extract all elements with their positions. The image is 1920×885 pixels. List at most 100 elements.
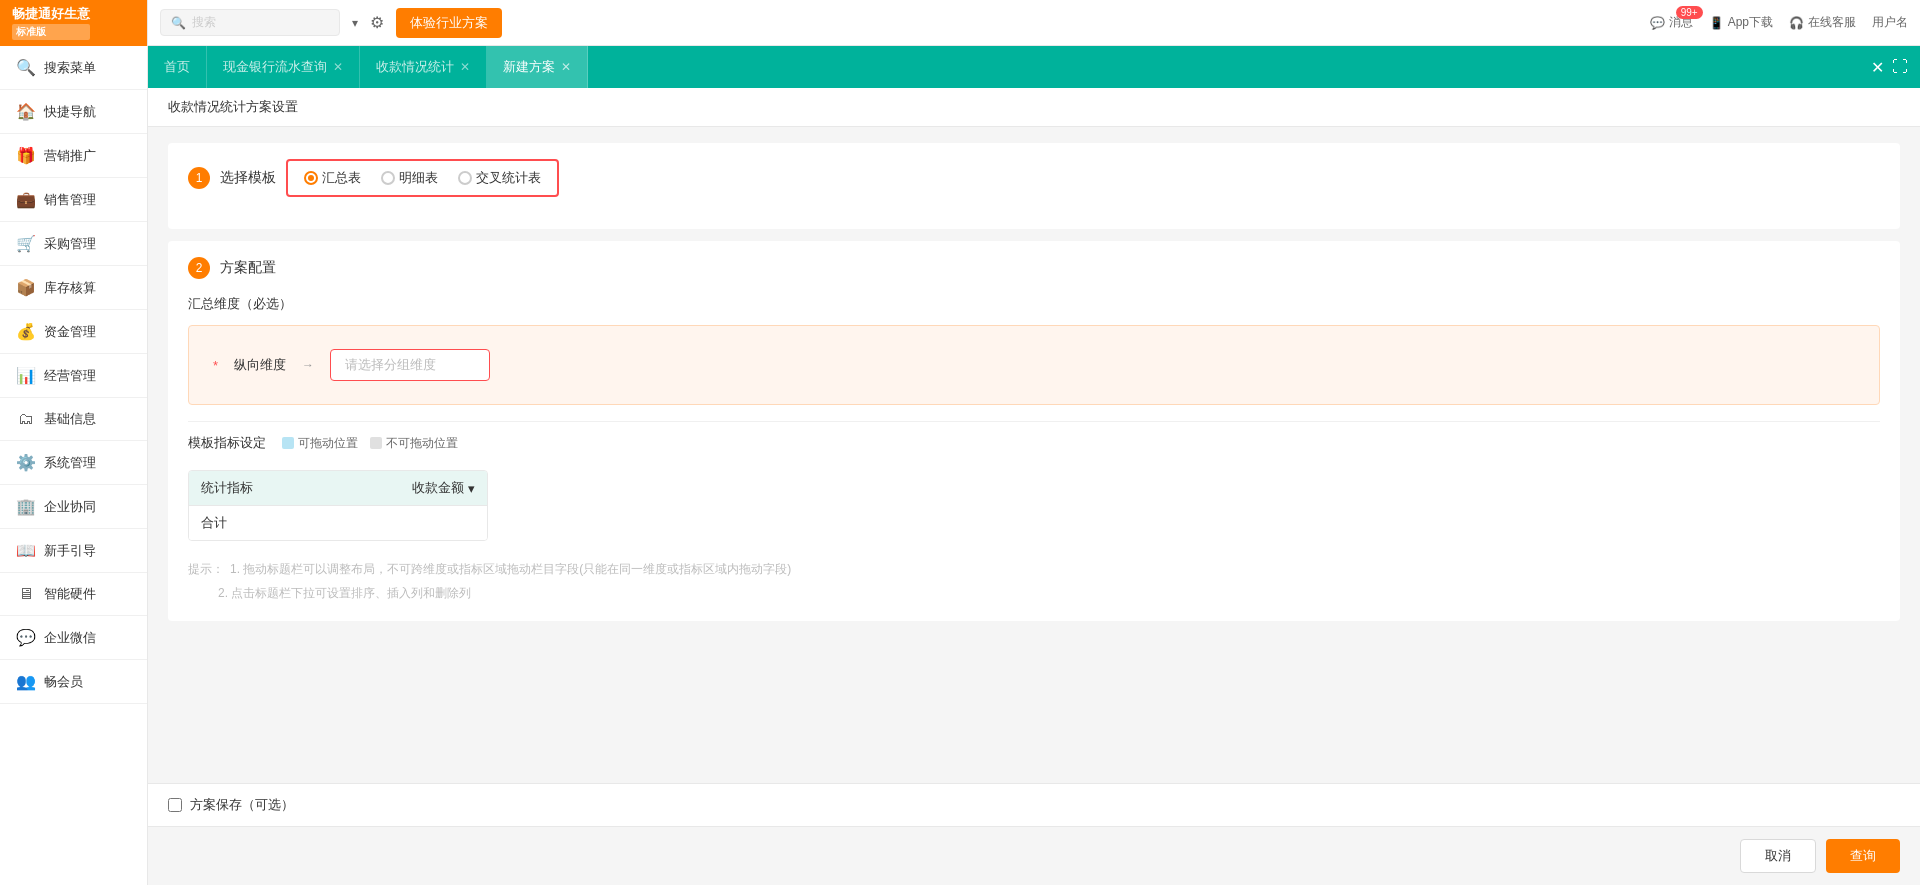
- box-icon: 📦: [16, 278, 36, 297]
- dimension-row-label: 纵向维度: [234, 356, 286, 374]
- draggable-dot-icon: [282, 437, 294, 449]
- step2-header: 2 方案配置: [188, 257, 1880, 279]
- dimension-select[interactable]: 请选择分组维度: [330, 349, 490, 381]
- sidebar-item-label: 系统管理: [44, 454, 96, 472]
- app-download-button[interactable]: 📱 App下载: [1709, 14, 1773, 31]
- tab-receipts-stat[interactable]: 收款情况统计 ✕: [360, 46, 487, 88]
- search-box[interactable]: 🔍 搜索: [160, 9, 340, 36]
- sidebar-item-member[interactable]: 👥 畅会员: [0, 660, 147, 704]
- sidebar-item-label: 销售管理: [44, 191, 96, 209]
- tab-receipts-stat-label: 收款情况统计: [376, 58, 454, 76]
- sidebar-item-label: 畅会员: [44, 673, 83, 691]
- step1-badge: 1: [188, 167, 210, 189]
- step1-section: 1 选择模板 汇总表 明细表: [168, 143, 1900, 229]
- chat-icon: 💬: [16, 628, 36, 647]
- chart-icon: 📊: [16, 366, 36, 385]
- sidebar-item-marketing[interactable]: 🎁 营销推广: [0, 134, 147, 178]
- message-badge: 99+: [1676, 6, 1703, 19]
- monitor-icon: 🖥: [16, 585, 36, 603]
- sidebar-item-quick-nav[interactable]: 🏠 快捷导航: [0, 90, 147, 134]
- topbar-dropdown[interactable]: ▾: [352, 16, 358, 30]
- service-label: 在线客服: [1808, 14, 1856, 31]
- radio-detail-label: 明细表: [399, 169, 438, 187]
- metrics-legend: 可拖动位置 不可拖动位置: [282, 435, 458, 452]
- gift-icon: 🎁: [16, 146, 36, 165]
- topbar: 🔍 搜索 ▾ ⚙ 体验行业方案 💬 消息 99+ 📱 App下载 🎧 在线客服 …: [148, 0, 1920, 46]
- sidebar-item-system[interactable]: ⚙️ 系统管理: [0, 441, 147, 485]
- footer-actions: 取消 查询: [148, 826, 1920, 885]
- sidebar-item-sales[interactable]: 💼 销售管理: [0, 178, 147, 222]
- sidebar-item-wechat[interactable]: 💬 企业微信: [0, 616, 147, 660]
- message-button[interactable]: 💬 消息 99+: [1650, 14, 1693, 31]
- briefcase-icon: 💼: [16, 190, 36, 209]
- sidebar-item-purchase[interactable]: 🛒 采购管理: [0, 222, 147, 266]
- tab-home[interactable]: 首页: [148, 46, 207, 88]
- search-menu-icon: 🔍: [16, 58, 36, 77]
- sidebar-item-basic-info[interactable]: 🗂 基础信息: [0, 398, 147, 441]
- save-label: 方案保存（可选）: [190, 796, 294, 814]
- metrics-grid-header: 统计指标 收款金额 ▾: [189, 471, 487, 506]
- building-icon: 🏢: [16, 497, 36, 516]
- legend-draggable: 可拖动位置: [282, 435, 358, 452]
- save-checkbox[interactable]: [168, 798, 182, 812]
- dimension-subsection-title: 汇总维度（必选）: [188, 295, 1880, 313]
- radio-summary-btn: [304, 171, 318, 185]
- sidebar-item-search-menu[interactable]: 🔍 搜索菜单: [0, 46, 147, 90]
- cta-button[interactable]: 体验行业方案: [396, 8, 502, 38]
- fixed-dot-icon: [370, 437, 382, 449]
- metrics-grid: 统计指标 收款金额 ▾ 合计: [188, 470, 488, 541]
- tab-home-label: 首页: [164, 58, 190, 76]
- tab-expand-icon[interactable]: ⛶: [1892, 58, 1908, 76]
- sidebar-item-hardware[interactable]: 🖥 智能硬件: [0, 573, 147, 616]
- legend-fixed: 不可拖动位置: [370, 435, 458, 452]
- tips-text-1: 1. 拖动标题栏可以调整布局，不可跨维度或指标区域拖动栏目字段(只能在同一维度或…: [230, 557, 791, 581]
- book-icon: 📖: [16, 541, 36, 560]
- content-area: 收款情况统计方案设置 1 选择模板 汇总表: [148, 88, 1920, 885]
- sidebar-item-label: 快捷导航: [44, 103, 96, 121]
- metrics-grid-row-total: 合计: [189, 506, 487, 540]
- online-service-button[interactable]: 🎧 在线客服: [1789, 14, 1856, 31]
- breadcrumb: 收款情况统计方案设置: [168, 99, 298, 114]
- sidebar-item-label: 企业协同: [44, 498, 96, 516]
- sidebar: 畅捷通好生意 标准版 🔍 搜索菜单 🏠 快捷导航 🎁 营销推广 💼 销售管理 🛒…: [0, 0, 148, 885]
- metrics-header-dropdown[interactable]: 收款金额 ▾: [412, 479, 475, 497]
- tips-text-2: 2. 点击标题栏下拉可设置排序、插入列和删除列: [218, 581, 471, 605]
- sidebar-item-guide[interactable]: 📖 新手引导: [0, 529, 147, 573]
- sidebar-item-label: 智能硬件: [44, 585, 96, 603]
- sidebar-item-label: 搜索菜单: [44, 59, 96, 77]
- divider: [188, 421, 1880, 422]
- user-profile[interactable]: 用户名: [1872, 14, 1908, 31]
- tab-new-plan[interactable]: 新建方案 ✕: [487, 46, 588, 88]
- step1-title: 选择模板: [220, 169, 276, 187]
- radio-cross[interactable]: 交叉统计表: [458, 169, 541, 187]
- save-bar: 方案保存（可选）: [148, 783, 1920, 826]
- radio-summary[interactable]: 汇总表: [304, 169, 361, 187]
- tab-bank-flow[interactable]: 现金银行流水查询 ✕: [207, 46, 360, 88]
- tab-close-all-icon[interactable]: ✕: [1871, 58, 1884, 77]
- tab-receipts-stat-close-icon[interactable]: ✕: [460, 60, 470, 74]
- radio-detail[interactable]: 明细表: [381, 169, 438, 187]
- version-badge: 标准版: [12, 24, 90, 40]
- tab-new-plan-close-icon[interactable]: ✕: [561, 60, 571, 74]
- main-area: 🔍 搜索 ▾ ⚙ 体验行业方案 💬 消息 99+ 📱 App下载 🎧 在线客服 …: [148, 0, 1920, 885]
- dropdown-arrow-icon: ▾: [352, 16, 358, 30]
- tab-bank-flow-close-icon[interactable]: ✕: [333, 60, 343, 74]
- folder-icon: 🗂: [16, 410, 36, 428]
- settings-gear-icon[interactable]: ⚙: [370, 13, 384, 32]
- legend-draggable-label: 可拖动位置: [298, 435, 358, 452]
- tips-section: 提示： 1. 拖动标题栏可以调整布局，不可跨维度或指标区域拖动栏目字段(只能在同…: [188, 557, 1880, 605]
- template-radio-group: 汇总表 明细表 交叉统计表: [304, 169, 541, 187]
- sidebar-item-label: 新手引导: [44, 542, 96, 560]
- sidebar-item-label: 经营管理: [44, 367, 96, 385]
- sidebar-item-enterprise[interactable]: 🏢 企业协同: [0, 485, 147, 529]
- home-icon: 🏠: [16, 102, 36, 121]
- sidebar-item-inventory[interactable]: 📦 库存核算: [0, 266, 147, 310]
- sidebar-item-finance[interactable]: 💰 资金管理: [0, 310, 147, 354]
- sidebar-item-operations[interactable]: 📊 经营管理: [0, 354, 147, 398]
- cancel-button[interactable]: 取消: [1740, 839, 1816, 873]
- sidebar-item-label: 采购管理: [44, 235, 96, 253]
- search-icon: 🔍: [171, 16, 186, 30]
- gear-icon: ⚙️: [16, 453, 36, 472]
- dimension-row: * 纵向维度 → 请选择分组维度: [213, 349, 490, 381]
- query-button[interactable]: 查询: [1826, 839, 1900, 873]
